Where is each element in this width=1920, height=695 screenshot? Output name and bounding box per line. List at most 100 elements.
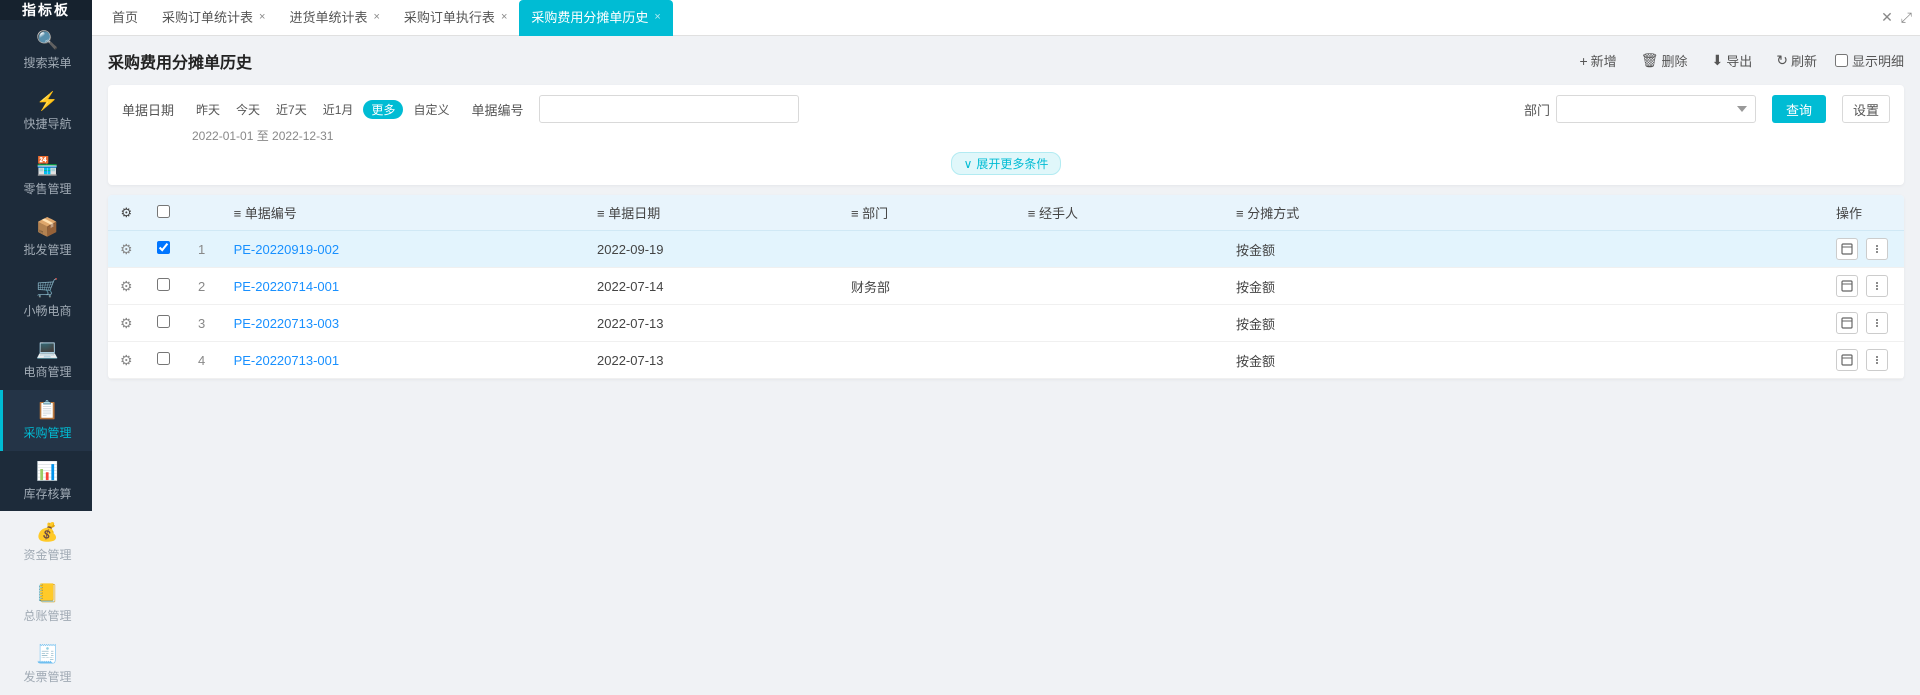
row-view-icon[interactable] [1836, 349, 1858, 371]
col-doc-date[interactable]: ≡ 单据日期 [585, 195, 839, 231]
refresh-label: 刷新 [1791, 51, 1817, 70]
row-doc-num[interactable]: PE-20220919-002 [222, 231, 585, 268]
col-split-method[interactable]: ≡ 分摊方式 [1224, 195, 1824, 231]
tab-close-purchase-order-exec[interactable]: × [501, 11, 507, 23]
main-area: 首页 采购订单统计表 × 进货单统计表 × 采购订单执行表 × 采购费用分摊单历… [92, 0, 1920, 511]
col-checkbox[interactable] [145, 195, 182, 231]
invoice-icon: 🧾 [36, 644, 58, 665]
col-handler[interactable]: ≡ 经手人 [1016, 195, 1224, 231]
select-all-checkbox[interactable] [157, 205, 170, 218]
row-checkbox[interactable] [145, 305, 182, 342]
filter-row-date-range: 2022-01-01 至 2022-12-31 [122, 127, 1890, 144]
ecom-icon: 💻 [36, 339, 58, 360]
row-edit-icon[interactable] [1866, 312, 1888, 334]
sidebar-item-retail[interactable]: 🏪 零售管理 [0, 146, 92, 207]
tab-purchase-order-exec[interactable]: 采购订单执行表 × [392, 0, 519, 36]
date-btn-1month[interactable]: 近1月 [317, 99, 360, 120]
refresh-button[interactable]: ↻ 刷新 [1770, 48, 1823, 73]
table-row[interactable]: ⚙ 4 PE-20220713-001 2022-07-13 按金额 [108, 342, 1904, 379]
export-label: 导出 [1726, 51, 1752, 70]
row-doc-date: 2022-07-14 [585, 268, 839, 305]
row-view-icon[interactable] [1836, 238, 1858, 260]
tab-close-inbound-stats[interactable]: × [373, 11, 379, 23]
date-btn-custom[interactable]: 自定义 [407, 99, 455, 120]
settings-button[interactable]: 设置 [1842, 95, 1890, 123]
row-settings-icon[interactable]: ⚙ [108, 342, 145, 379]
page-header: 采购费用分摊单历史 + 新增 🗑 删除 ⬇ 导出 ↻ 刷新 [108, 48, 1904, 73]
search-button[interactable]: 查询 [1772, 95, 1826, 123]
sidebar-item-label: 批发管理 [23, 241, 71, 258]
tab-inbound-stats[interactable]: 进货单统计表 × [277, 0, 391, 36]
page-title: 采购费用分摊单历史 [108, 49, 252, 73]
show-detail-input[interactable] [1835, 54, 1848, 67]
row-checkbox[interactable] [145, 342, 182, 379]
department-select[interactable]: 财务部 [1556, 95, 1756, 123]
page-content: 采购费用分摊单历史 + 新增 🗑 删除 ⬇ 导出 ↻ 刷新 [92, 36, 1920, 511]
table-row[interactable]: ⚙ 3 PE-20220713-003 2022-07-13 按金额 [108, 305, 1904, 342]
sidebar-item-wholesale[interactable]: 📦 批发管理 [0, 207, 92, 268]
filter-row-1: 单据日期 昨天 今天 近7天 近1月 更多 自定义 单据编号 部门 [122, 95, 1890, 123]
table-row[interactable]: ⚙ 1 PE-20220919-002 2022-09-19 按金额 [108, 231, 1904, 268]
chevron-down-icon: ∨ [964, 157, 973, 171]
row-doc-date: 2022-09-19 [585, 231, 839, 268]
expand-more-button[interactable]: ∨ 展开更多条件 [951, 152, 1062, 175]
export-button[interactable]: ⬇ 导出 [1705, 48, 1758, 73]
table-header-row: ⚙ ≡ 单据编号 ≡ 单据日期 ≡ 部门 [108, 195, 1904, 231]
date-btn-more[interactable]: 更多 [363, 100, 403, 119]
row-checkbox[interactable] [145, 268, 182, 305]
quick-nav-icon: ⚡ [36, 91, 58, 112]
sidebar-item-quick-nav[interactable]: ⚡ 快捷导航 [0, 81, 92, 142]
row-edit-icon[interactable] [1866, 349, 1888, 371]
row-actions [1824, 231, 1904, 268]
row-doc-num[interactable]: PE-20220713-001 [222, 342, 585, 379]
tab-home[interactable]: 首页 [100, 0, 150, 36]
tab-close-purchase-cost-history[interactable]: × [654, 11, 660, 23]
sidebar-item-ecom-small[interactable]: 🛒 小畅电商 [0, 268, 92, 329]
sidebar-item-invoice[interactable]: 🧾 发票管理 [0, 634, 92, 695]
row-department: 财务部 [839, 268, 1016, 305]
date-filter-buttons: 昨天 今天 近7天 近1月 更多 自定义 [190, 99, 455, 120]
add-button[interactable]: + 新增 [1573, 48, 1622, 73]
row-view-icon[interactable] [1836, 312, 1858, 334]
tab-purchase-cost-history[interactable]: 采购费用分摊单历史 × [519, 0, 672, 36]
tab-purchase-order-stats[interactable]: 采购订单统计表 × [150, 0, 277, 36]
row-view-icon[interactable] [1836, 275, 1858, 297]
row-department [839, 342, 1016, 379]
tab-close-purchase-order-stats[interactable]: × [259, 11, 265, 23]
filter-area: 单据日期 昨天 今天 近7天 近1月 更多 自定义 单据编号 部门 [108, 85, 1904, 185]
row-settings-icon[interactable]: ⚙ [108, 305, 145, 342]
row-doc-num[interactable]: PE-20220713-003 [222, 305, 585, 342]
col-settings[interactable]: ⚙ [108, 195, 145, 231]
delete-button[interactable]: 🗑 删除 [1635, 48, 1694, 73]
row-edit-icon[interactable] [1866, 275, 1888, 297]
date-btn-yesterday[interactable]: 昨天 [190, 99, 226, 120]
table-row[interactable]: ⚙ 2 PE-20220714-001 2022-07-14 财务部 按金额 [108, 268, 1904, 305]
row-settings-icon[interactable]: ⚙ [108, 231, 145, 268]
sidebar-item-inventory[interactable]: 📊 库存核算 [0, 451, 92, 512]
inventory-icon: 📊 [36, 461, 58, 482]
row-doc-num[interactable]: PE-20220714-001 [222, 268, 585, 305]
sidebar-item-label: 资金管理 [23, 546, 71, 563]
sidebar-item-finance[interactable]: 💰 资金管理 [0, 512, 92, 573]
date-btn-today[interactable]: 今天 [230, 99, 266, 120]
col-actions: 操作 [1824, 195, 1904, 231]
row-num: 1 [182, 231, 222, 268]
delete-label: 删除 [1661, 51, 1687, 70]
row-handler [1016, 268, 1224, 305]
col-doc-num[interactable]: ≡ 单据编号 [222, 195, 585, 231]
expand-window-icon[interactable]: ⤢ [1901, 9, 1912, 26]
row-settings-icon[interactable]: ⚙ [108, 268, 145, 305]
show-detail-checkbox[interactable]: 显示明细 [1835, 51, 1904, 70]
sidebar-item-ecom[interactable]: 💻 电商管理 [0, 329, 92, 390]
close-window-icon[interactable]: ✕ [1881, 9, 1893, 26]
col-num [182, 195, 222, 231]
sidebar-item-search[interactable]: 🔍 搜索菜单 [0, 20, 92, 81]
row-edit-icon[interactable] [1866, 238, 1888, 260]
sidebar-item-ledger[interactable]: 📒 总账管理 [0, 573, 92, 634]
ecom-small-icon: 🛒 [36, 278, 58, 299]
date-btn-7days[interactable]: 近7天 [270, 99, 313, 120]
doc-num-input[interactable] [539, 95, 799, 123]
col-department[interactable]: ≡ 部门 [839, 195, 1016, 231]
row-checkbox[interactable] [145, 231, 182, 268]
sidebar-item-purchase[interactable]: 📋 采购管理 [0, 390, 92, 451]
